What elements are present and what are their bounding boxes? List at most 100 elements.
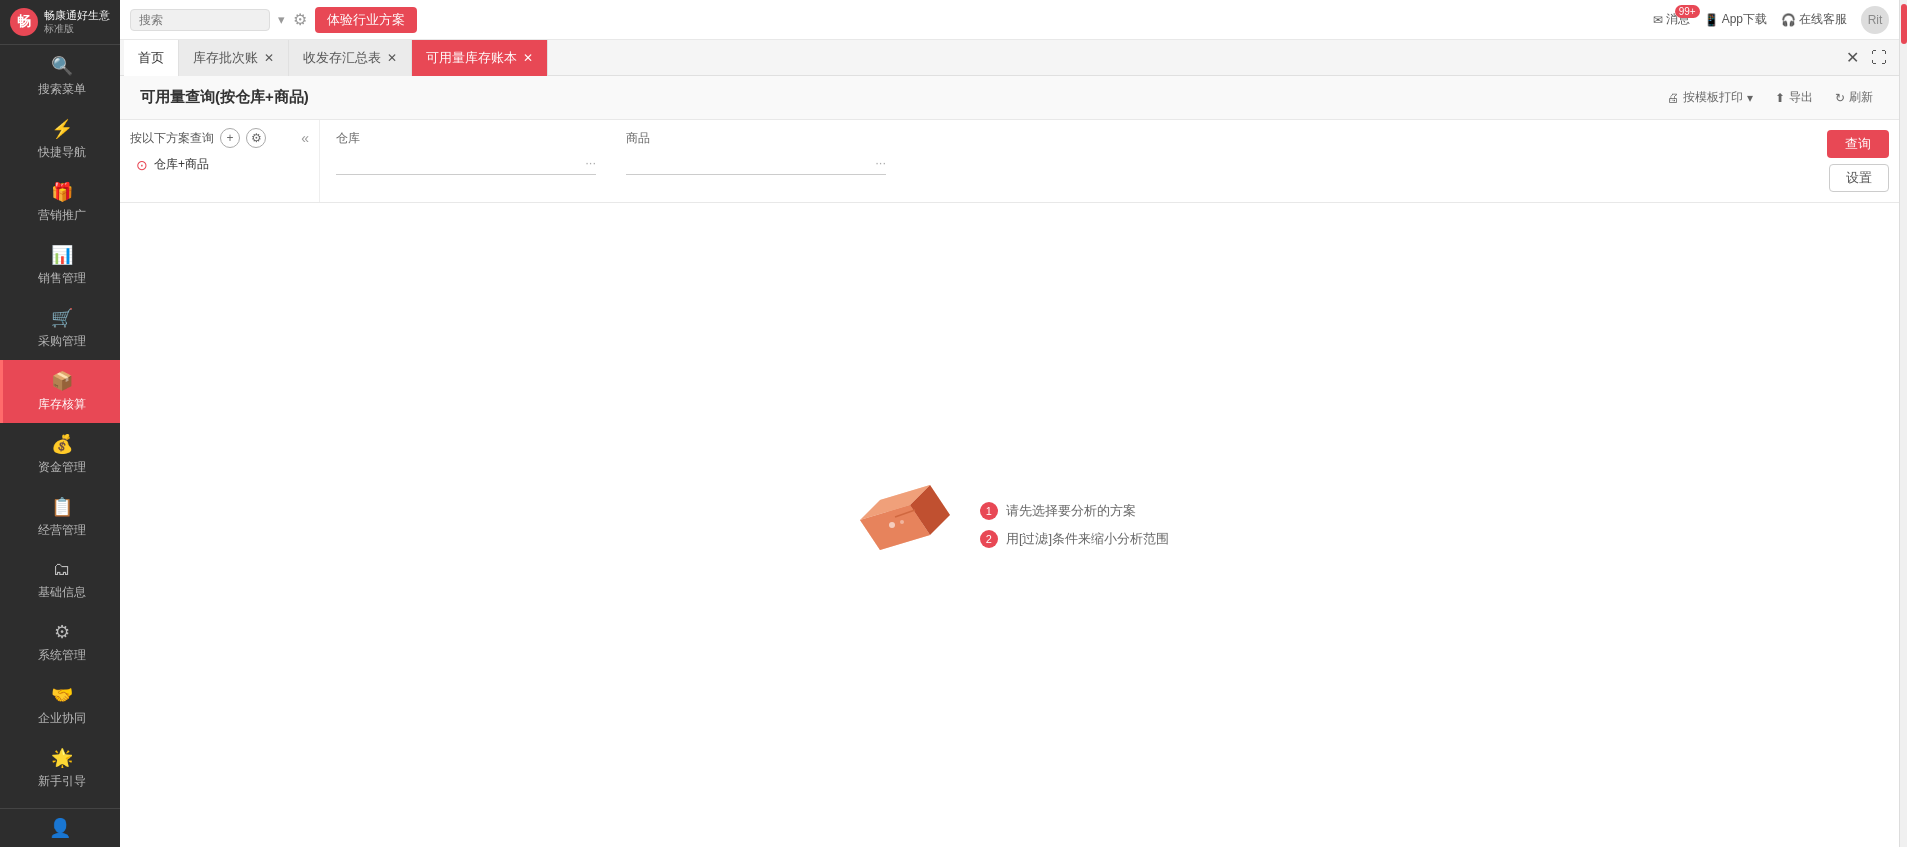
sidebar-item-label: 库存核算	[38, 396, 86, 413]
tab-home-label: 首页	[138, 49, 164, 67]
sidebar-item-label: 销售管理	[38, 270, 86, 287]
tab-close-icon[interactable]: ✕	[387, 51, 397, 65]
goods-input[interactable]: ···	[626, 151, 886, 175]
gear-icon[interactable]: ⚙	[293, 10, 307, 29]
sidebar-item-inventory[interactable]: 📦 库存核算	[0, 360, 120, 423]
filter-panel: 按以下方案查询 + ⚙ « ⊙ 仓库+商品 仓库 ··· 商品	[120, 120, 1899, 203]
message-badge: 99+	[1675, 5, 1700, 18]
export-button[interactable]: ⬆ 导出	[1769, 86, 1819, 109]
warehouse-more-icon[interactable]: ···	[585, 155, 596, 170]
topbar: ▾ ⚙ 体验行业方案 ✉ 消息 99+ 📱 App下载 🎧 在线客服 Rit	[120, 0, 1899, 40]
headset-icon: 🎧	[1781, 13, 1796, 27]
goods-field: 商品 ···	[626, 130, 886, 175]
sidebar-item-appstore[interactable]: 📱 应用中心	[0, 800, 120, 808]
maximize-button[interactable]: ⛶	[1867, 45, 1891, 71]
goods-label: 商品	[626, 130, 886, 147]
main-content: ▾ ⚙ 体验行业方案 ✉ 消息 99+ 📱 App下载 🎧 在线客服 Rit 首…	[120, 0, 1899, 847]
app-name: 畅康通好生意	[44, 8, 110, 22]
sidebar-item-basic[interactable]: 🗂 基础信息	[0, 549, 120, 611]
sidebar-item-label: 基础信息	[38, 584, 86, 601]
chevron-down-icon[interactable]: ▾	[278, 12, 285, 27]
filter-actions: 查询 设置	[1817, 120, 1899, 202]
filter-section-label: 按以下方案查询	[130, 130, 214, 147]
trial-button[interactable]: 体验行业方案	[315, 7, 417, 33]
sidebar-item-label: 新手引导	[38, 773, 86, 790]
right-scrollbar[interactable]	[1899, 0, 1907, 847]
phone-icon: 📱	[1704, 13, 1719, 27]
app-logo-icon: 畅	[10, 8, 38, 36]
message-icon: ✉	[1653, 13, 1663, 27]
tab-home[interactable]: 首页	[124, 40, 179, 76]
sidebar-item-enterprise[interactable]: 🤝 企业协同	[0, 674, 120, 737]
edit-schema-button[interactable]: ⚙	[246, 128, 266, 148]
sidebar-item-shortcut[interactable]: ⚡ 快捷导航	[0, 108, 120, 171]
basic-icon: 🗂	[53, 559, 71, 580]
page-header: 可用量查询(按仓库+商品) 🖨 按模板打印 ▾ ⬆ 导出 ↻ 刷新	[120, 76, 1899, 120]
sidebar-item-sales[interactable]: 📊 销售管理	[0, 234, 120, 297]
message-button[interactable]: ✉ 消息 99+	[1653, 11, 1690, 28]
guide-icon: 🌟	[51, 747, 73, 769]
user-avatar[interactable]: Rit	[1861, 6, 1889, 34]
app-download-button[interactable]: 📱 App下载	[1704, 11, 1767, 28]
step-2-circle: 2	[980, 530, 998, 548]
sidebar-logo: 畅 畅康通好生意 标准版	[0, 0, 120, 45]
warehouse-field: 仓库 ···	[336, 130, 596, 175]
online-service-button[interactable]: 🎧 在线客服	[1781, 11, 1847, 28]
sidebar-item-guide[interactable]: 🌟 新手引导	[0, 737, 120, 800]
sidebar: 畅 畅康通好生意 标准版 🔍 搜索菜单 ⚡ 快捷导航 🎁 营销推广 📊 销售管理…	[0, 0, 120, 847]
online-service-label: 在线客服	[1799, 11, 1847, 28]
sidebar-item-purchase[interactable]: 🛒 采购管理	[0, 297, 120, 360]
sidebar-item-label: 快捷导航	[38, 144, 86, 161]
add-schema-button[interactable]: +	[220, 128, 240, 148]
search-input[interactable]	[130, 9, 270, 31]
sidebar-item-finance[interactable]: 💰 资金管理	[0, 423, 120, 486]
tab-close-icon[interactable]: ✕	[523, 51, 533, 65]
operation-icon: 📋	[51, 496, 73, 518]
tab-collect-summary-label: 收发存汇总表	[303, 49, 381, 67]
query-button[interactable]: 查询	[1827, 130, 1889, 158]
settings-button[interactable]: 设置	[1829, 164, 1889, 192]
schema-item-label: 仓库+商品	[154, 156, 209, 173]
collapse-icon[interactable]: «	[301, 130, 309, 146]
scrollbar-thumb	[1901, 4, 1907, 44]
sidebar-item-label: 营销推广	[38, 207, 86, 224]
print-button[interactable]: 🖨 按模板打印 ▾	[1661, 86, 1759, 109]
content-area: 1 请先选择要分析的方案 2 用[过滤]条件来缩小分析范围	[120, 203, 1899, 847]
tab-available-ledger[interactable]: 可用量库存账本 ✕	[412, 40, 548, 76]
sidebar-item-label: 搜索菜单	[38, 81, 86, 98]
export-icon: ⬆	[1775, 91, 1785, 105]
filter-left-header: 按以下方案查询 + ⚙ «	[130, 128, 309, 148]
system-icon: ⚙	[54, 621, 70, 643]
tabs-right-actions: ✕ ⛶	[1842, 44, 1895, 71]
topbar-right: ✉ 消息 99+ 📱 App下载 🎧 在线客服 Rit	[1653, 6, 1889, 34]
sidebar-item-search[interactable]: 🔍 搜索菜单	[0, 45, 120, 108]
empty-line-1: 1 请先选择要分析的方案	[980, 502, 1169, 520]
refresh-icon: ↻	[1835, 91, 1845, 105]
empty-step-1-text: 请先选择要分析的方案	[1006, 502, 1136, 520]
filter-left: 按以下方案查询 + ⚙ « ⊙ 仓库+商品	[120, 120, 320, 202]
sidebar-item-marketing[interactable]: 🎁 营销推广	[0, 171, 120, 234]
page-header-actions: 🖨 按模板打印 ▾ ⬆ 导出 ↻ 刷新	[1661, 86, 1879, 109]
warehouse-label: 仓库	[336, 130, 596, 147]
tab-close-icon[interactable]: ✕	[264, 51, 274, 65]
warehouse-input[interactable]: ···	[336, 151, 596, 175]
close-tab-button[interactable]: ✕	[1842, 44, 1863, 71]
sidebar-item-system[interactable]: ⚙ 系统管理	[0, 611, 120, 674]
empty-illustration	[850, 475, 950, 575]
step-1-circle: 1	[980, 502, 998, 520]
schema-item-warehouse-goods[interactable]: ⊙ 仓库+商品	[130, 152, 309, 177]
sidebar-item-operation[interactable]: 📋 经营管理	[0, 486, 120, 549]
sidebar-item-label: 经营管理	[38, 522, 86, 539]
sidebar-item-label: 资金管理	[38, 459, 86, 476]
refresh-button[interactable]: ↻ 刷新	[1829, 86, 1879, 109]
shortcut-icon: ⚡	[51, 118, 73, 140]
tab-collect-summary[interactable]: 收发存汇总表 ✕	[289, 40, 412, 76]
goods-more-icon[interactable]: ···	[875, 155, 886, 170]
tab-bar: 首页 库存批次账 ✕ 收发存汇总表 ✕ 可用量库存账本 ✕ ✕ ⛶	[120, 40, 1899, 76]
empty-line-2: 2 用[过滤]条件来缩小分析范围	[980, 530, 1169, 548]
tab-batch-ledger[interactable]: 库存批次账 ✕	[179, 40, 289, 76]
page-title: 可用量查询(按仓库+商品)	[140, 88, 309, 107]
sidebar-bottom[interactable]: 👤	[0, 808, 120, 847]
app-download-label: App下载	[1722, 11, 1767, 28]
empty-state: 1 请先选择要分析的方案 2 用[过滤]条件来缩小分析范围	[850, 475, 1169, 575]
